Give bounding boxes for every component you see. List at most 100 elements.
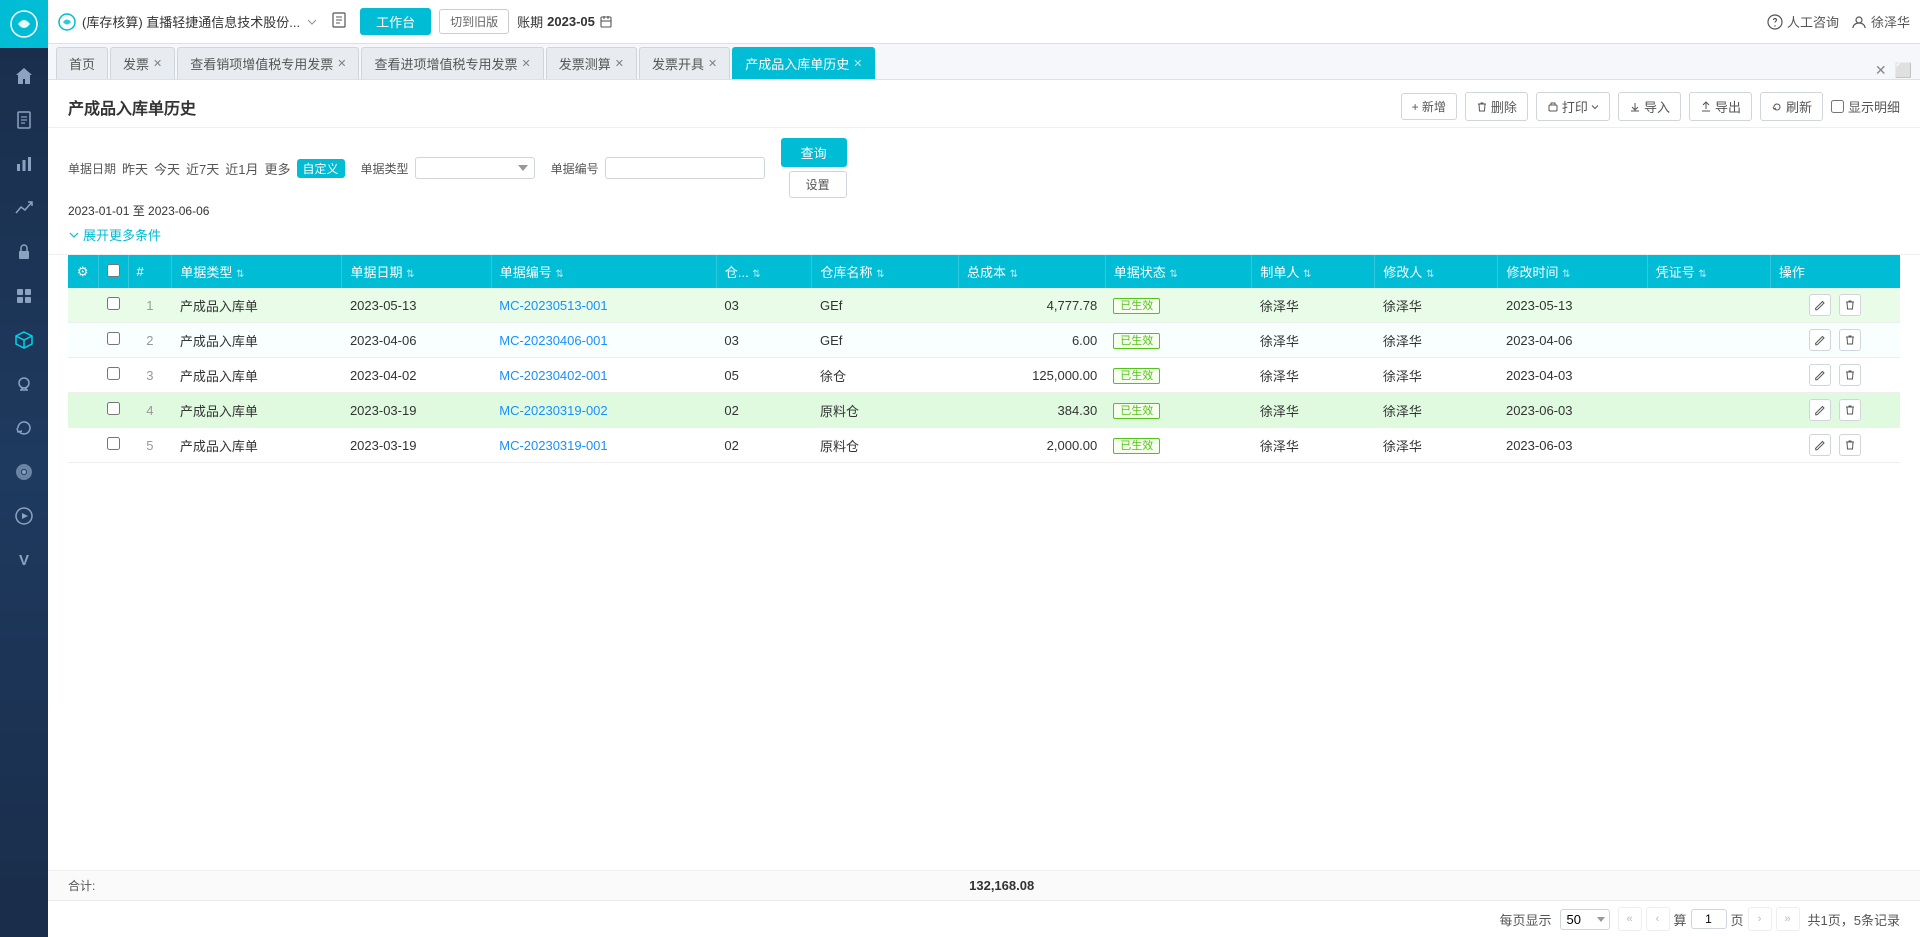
col-checkbox-header[interactable] <box>98 255 128 288</box>
edit-btn-3[interactable] <box>1809 399 1831 421</box>
cell-number-1[interactable]: MC-20230406-001 <box>491 323 716 358</box>
sidebar-item-v[interactable]: V <box>0 538 48 582</box>
sidebar-item-settings[interactable] <box>0 450 48 494</box>
tab-issue[interactable]: 发票开具 ✕ <box>639 47 730 79</box>
refresh-button[interactable]: 刷新 <box>1760 92 1823 121</box>
delete-button[interactable]: 删除 <box>1465 92 1528 121</box>
set-button[interactable]: 设置 <box>789 171 847 198</box>
edit-btn-2[interactable] <box>1809 364 1831 386</box>
import-button[interactable]: 导入 <box>1618 92 1681 121</box>
page-last-btn[interactable]: » <box>1776 907 1800 931</box>
col-date-header[interactable]: 单据日期 ⇅ <box>342 255 491 288</box>
cell-checkbox-4[interactable] <box>98 428 128 463</box>
doc-icon-btn[interactable] <box>326 7 352 36</box>
tab-input-vat[interactable]: 查看进项增值税专用发票 ✕ <box>361 47 543 79</box>
tab-home[interactable]: 首页 <box>56 47 108 79</box>
per-page-select[interactable]: 10 20 50 100 <box>1560 909 1610 930</box>
tab-input-vat-close[interactable]: ✕ <box>522 57 531 70</box>
number-link-4[interactable]: MC-20230319-001 <box>499 438 607 453</box>
delete-row-btn-0[interactable] <box>1839 294 1861 316</box>
number-link-1[interactable]: MC-20230406-001 <box>499 333 607 348</box>
brand-dropdown-icon[interactable] <box>306 16 318 28</box>
number-filter-input[interactable] <box>605 157 765 179</box>
close-all-btn[interactable]: ✕ <box>1875 62 1887 79</box>
calendar-icon[interactable] <box>599 15 613 29</box>
tab-sales-vat-close[interactable]: ✕ <box>337 57 346 70</box>
col-status-header[interactable]: 单据状态 ⇅ <box>1105 255 1252 288</box>
new-button[interactable]: + 新增 <box>1401 93 1457 120</box>
col-number-header[interactable]: 单据编号 ⇅ <box>491 255 716 288</box>
edit-btn-4[interactable] <box>1809 434 1831 456</box>
date-1month[interactable]: 近1月 <box>225 159 258 178</box>
cell-number-4[interactable]: MC-20230319-001 <box>491 428 716 463</box>
tab-sales-vat[interactable]: 查看销项增值税专用发票 ✕ <box>177 47 359 79</box>
sidebar-item-inventory[interactable] <box>0 318 48 362</box>
cell-warehouse-name-4: 原料仓 <box>812 428 959 463</box>
cell-number-2[interactable]: MC-20230402-001 <box>491 358 716 393</box>
col-type-header[interactable]: 单据类型 ⇅ <box>172 255 342 288</box>
cell-number-0[interactable]: MC-20230513-001 <box>491 288 716 323</box>
tab-calc-close[interactable]: ✕ <box>615 57 624 70</box>
tab-issue-close[interactable]: ✕ <box>708 57 717 70</box>
date-custom[interactable]: 自定义 <box>297 159 345 178</box>
cell-checkbox-0[interactable] <box>98 288 128 323</box>
date-yesterday[interactable]: 昨天 <box>122 159 148 178</box>
print-button[interactable]: 打印 <box>1536 92 1610 121</box>
cell-checkbox-3[interactable] <box>98 393 128 428</box>
cell-checkbox-2[interactable] <box>98 358 128 393</box>
expand-button[interactable]: 展开更多条件 <box>68 225 1900 244</box>
number-link-3[interactable]: MC-20230319-002 <box>499 403 607 418</box>
sidebar-item-home[interactable] <box>0 54 48 98</box>
tab-invoice-close[interactable]: ✕ <box>153 57 162 70</box>
sidebar-item-play[interactable] <box>0 494 48 538</box>
date-today[interactable]: 今天 <box>154 159 180 178</box>
delete-row-btn-4[interactable] <box>1839 434 1861 456</box>
delete-row-btn-1[interactable] <box>1839 329 1861 351</box>
delete-row-btn-3[interactable] <box>1839 399 1861 421</box>
page-next-btn[interactable]: › <box>1748 907 1772 931</box>
tab-product-history[interactable]: 产成品入库单历史 ✕ <box>732 47 875 79</box>
col-creator-header[interactable]: 制单人 ⇅ <box>1252 255 1375 288</box>
col-modifier-header[interactable]: 修改人 ⇅ <box>1375 255 1498 288</box>
number-link-0[interactable]: MC-20230513-001 <box>499 298 607 313</box>
query-button[interactable]: 查询 <box>781 138 847 167</box>
tab-calc[interactable]: 发票测算 ✕ <box>546 47 637 79</box>
type-filter-select[interactable] <box>415 157 535 179</box>
page-first-btn[interactable]: « <box>1618 907 1642 931</box>
sidebar-item-trend[interactable] <box>0 186 48 230</box>
sidebar-item-stamp[interactable] <box>0 362 48 406</box>
sidebar-item-lock[interactable] <box>0 230 48 274</box>
cell-checkbox-1[interactable] <box>98 323 128 358</box>
date-7days[interactable]: 近7天 <box>186 159 219 178</box>
edit-btn-1[interactable] <box>1809 329 1831 351</box>
sidebar-item-refresh2[interactable] <box>0 406 48 450</box>
tab-product-history-close[interactable]: ✕ <box>853 57 862 70</box>
col-voucher-header[interactable]: 凭证号 ⇅ <box>1647 255 1770 288</box>
show-detail-checkbox-label[interactable]: 显示明细 <box>1831 97 1900 116</box>
page-num-input[interactable] <box>1691 909 1727 929</box>
col-warehouse-code-header[interactable]: 仓... ⇅ <box>716 255 812 288</box>
edit-btn-0[interactable] <box>1809 294 1831 316</box>
sidebar-item-chart[interactable] <box>0 142 48 186</box>
tab-invoice[interactable]: 发票 ✕ <box>110 47 175 79</box>
maximize-btn[interactable]: ⬜ <box>1895 62 1912 79</box>
page-total: 共1页，5条记录 <box>1808 910 1900 929</box>
select-all-checkbox[interactable] <box>107 264 120 277</box>
col-total-cost-header[interactable]: 总成本 ⇅ <box>959 255 1106 288</box>
export-button[interactable]: 导出 <box>1689 92 1752 121</box>
col-modify-time-header[interactable]: 修改时间 ⇅ <box>1498 255 1647 288</box>
sidebar-item-grid[interactable] <box>0 274 48 318</box>
date-more[interactable]: 更多 <box>265 159 291 178</box>
sidebar-item-doc[interactable] <box>0 98 48 142</box>
workbench-button[interactable]: 工作台 <box>360 8 431 35</box>
switch-old-btn[interactable]: 切到旧版 <box>439 9 509 34</box>
page-prev-btn[interactable]: ‹ <box>1646 907 1670 931</box>
help-section[interactable]: 人工咨询 <box>1767 12 1839 31</box>
delete-row-btn-2[interactable] <box>1839 364 1861 386</box>
user-section[interactable]: 徐泽华 <box>1851 12 1910 31</box>
cell-number-3[interactable]: MC-20230319-002 <box>491 393 716 428</box>
show-detail-checkbox[interactable] <box>1831 100 1844 113</box>
number-link-2[interactable]: MC-20230402-001 <box>499 368 607 383</box>
col-warehouse-name-header[interactable]: 仓库名称 ⇅ <box>812 255 959 288</box>
col-settings[interactable]: ⚙ <box>68 255 98 288</box>
